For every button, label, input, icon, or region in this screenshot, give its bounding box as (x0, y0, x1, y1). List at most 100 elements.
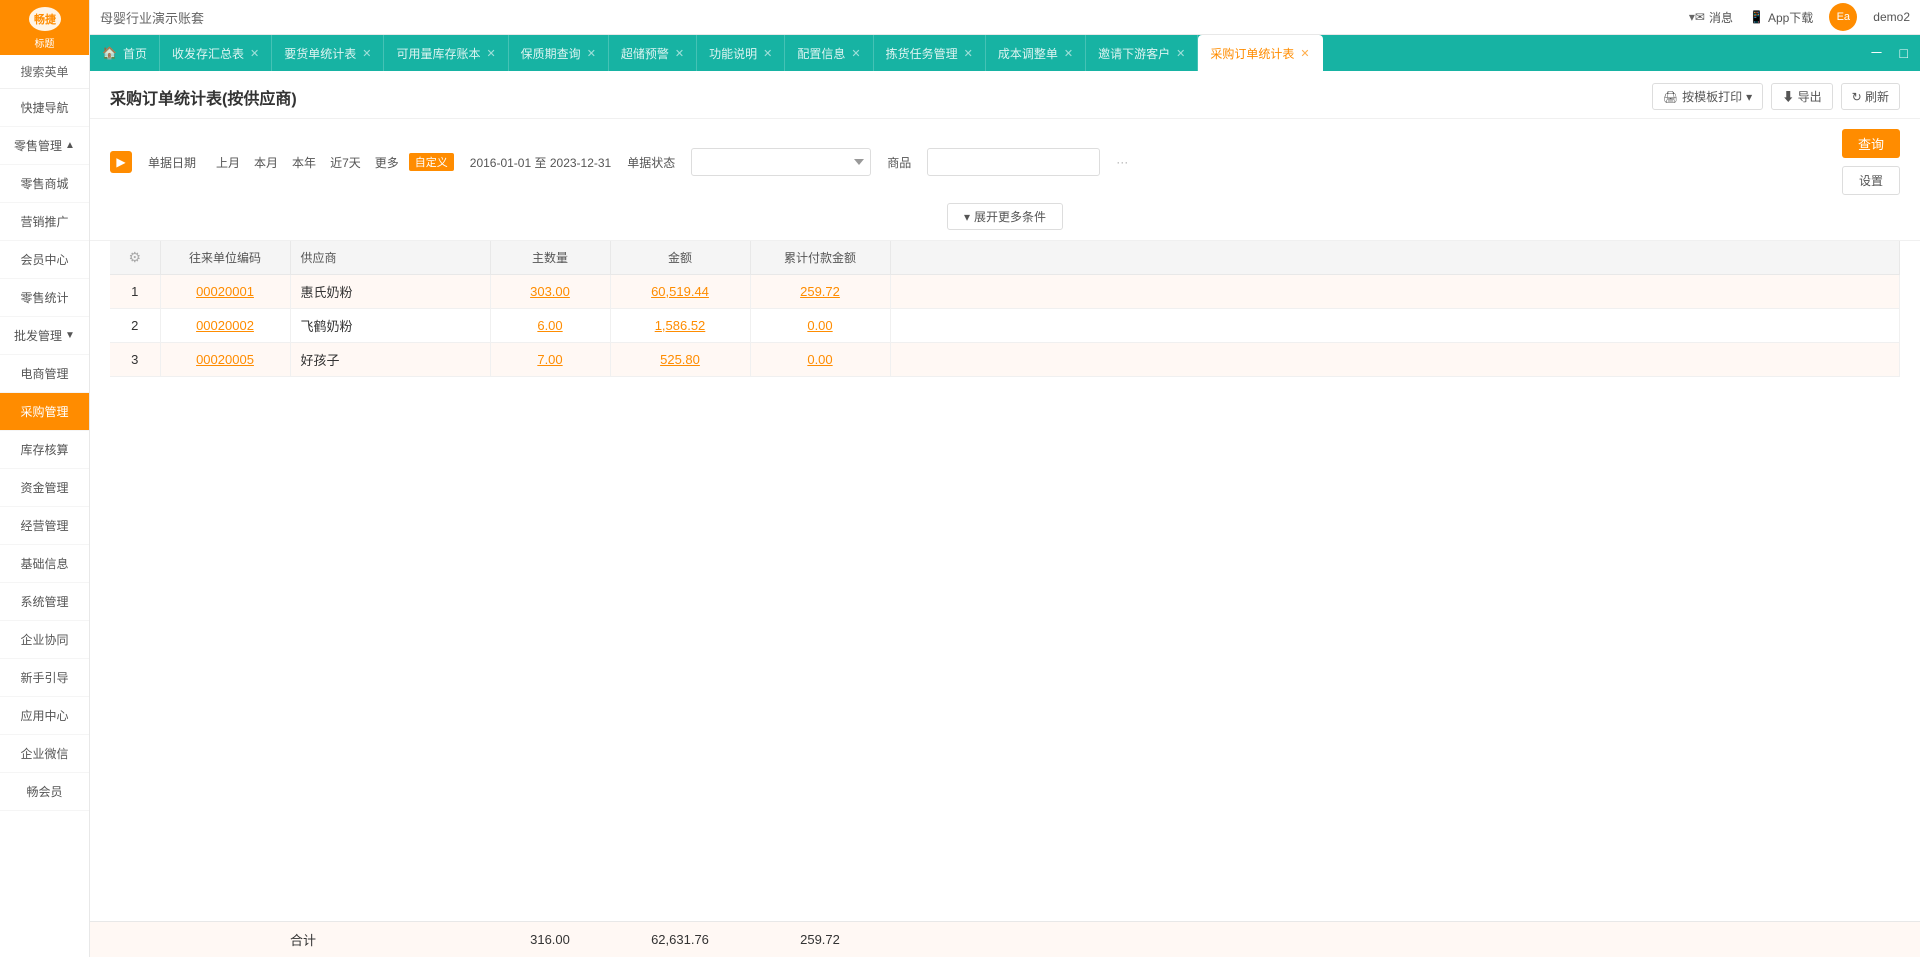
settings-button[interactable]: 设置 (1842, 166, 1900, 195)
username-label[interactable]: demo2 (1873, 10, 1910, 24)
custom-date-badge[interactable]: 自定义 (409, 153, 454, 171)
more-filter-icon[interactable]: ··· (1116, 155, 1128, 169)
paid-link[interactable]: 0.00 (807, 318, 832, 333)
cell-code: 00020002 (160, 309, 290, 343)
sidebar-item-ecommerce-mgmt[interactable]: 电商管理 (0, 355, 89, 393)
code-link[interactable]: 00020005 (196, 352, 254, 367)
page-header: 采购订单统计表(按供应商) 🖨 按模板打印 ▾ ⬇ 导出 ↻ 刷新 (90, 71, 1920, 119)
shortcut-this-year[interactable]: 本年 (288, 152, 320, 173)
tab-close-icon[interactable]: ✕ (964, 47, 973, 60)
sidebar-item-marketing[interactable]: 营销推广 (0, 203, 89, 241)
code-link[interactable]: 00020002 (196, 318, 254, 333)
sidebar-item-app-center[interactable]: 应用中心 (0, 697, 89, 735)
date-start[interactable]: 2016-01-01 (470, 156, 531, 170)
sidebar-item-operation-mgmt[interactable]: 经营管理 (0, 507, 89, 545)
avatar[interactable]: Ea (1829, 3, 1857, 31)
tab-recv-send[interactable]: 收发存汇总表 ✕ (160, 35, 272, 71)
cell-supplier: 好孩子 (290, 343, 490, 377)
refresh-button[interactable]: ↻ 刷新 (1841, 83, 1900, 110)
tab-close-icon[interactable]: ✕ (250, 47, 259, 60)
qty-link[interactable]: 7.00 (537, 352, 562, 367)
sidebar-item-enterprise-wechat[interactable]: 企业微信 (0, 735, 89, 773)
export-icon: ⬇ (1782, 90, 1794, 104)
print-dropdown-icon[interactable]: ▾ (1746, 90, 1752, 104)
sidebar-item-finance-mgmt[interactable]: 资金管理 (0, 469, 89, 507)
date-end[interactable]: 2023-12-31 (550, 156, 611, 170)
sidebar-search-item[interactable]: 搜索英单 (0, 55, 89, 89)
chevron-down-icon: ▾ (964, 210, 970, 224)
tab-order-stats[interactable]: 要货单统计表 ✕ (272, 35, 384, 71)
amount-link[interactable]: 525.80 (660, 352, 700, 367)
sidebar-item-members[interactable]: 畅会员 (0, 773, 89, 811)
sidebar-item-purchase-mgmt[interactable]: 采购管理 (0, 393, 89, 431)
sidebar-item-new-guide[interactable]: 新手引导 (0, 659, 89, 697)
message-icon: ✉ (1695, 10, 1705, 24)
tab-invite-downstream[interactable]: 邀请下游客户 ✕ (1086, 35, 1198, 71)
tab-purchase-order-stats[interactable]: 采购订单统计表 ✕ (1198, 35, 1322, 71)
qty-link[interactable]: 6.00 (537, 318, 562, 333)
tab-close-icon[interactable]: ✕ (362, 47, 371, 60)
column-settings-icon[interactable]: ⚙ (128, 249, 141, 265)
goods-input[interactable] (927, 148, 1100, 176)
message-btn[interactable]: ✉ 消息 (1695, 9, 1733, 26)
code-link[interactable]: 00020001 (196, 284, 254, 299)
sidebar-item-wholesale-mgmt[interactable]: 批发管理 ▼ (0, 317, 89, 355)
sidebar-quick-nav[interactable]: 快捷导航 (0, 89, 89, 127)
status-select[interactable] (691, 148, 871, 176)
tab-expiry-query[interactable]: 保质期查询 ✕ (509, 35, 609, 71)
tab-close-icon[interactable]: ✕ (763, 47, 772, 60)
sidebar-item-basic-info[interactable]: 基础信息 (0, 545, 89, 583)
sidebar-item-label: 系统管理 (20, 595, 68, 609)
sidebar-item-member-center[interactable]: 会员中心 (0, 241, 89, 279)
tab-minimize-icon[interactable]: － (1866, 41, 1888, 65)
tab-func-desc[interactable]: 功能说明 ✕ (697, 35, 785, 71)
tab-overstock[interactable]: 超储预警 ✕ (609, 35, 697, 71)
page-header-actions: 🖨 按模板打印 ▾ ⬇ 导出 ↻ 刷新 (1652, 83, 1900, 110)
sidebar-item-system-mgmt[interactable]: 系统管理 (0, 583, 89, 621)
shortcut-more[interactable]: 更多 (371, 152, 403, 173)
sidebar-item-inventory-check[interactable]: 库存核算 (0, 431, 89, 469)
query-button[interactable]: 查询 (1842, 129, 1900, 158)
table-row: 2 00020002 飞鹤奶粉 6.00 1,586.52 0.00 (110, 309, 1900, 343)
cell-qty: 303.00 (490, 275, 610, 309)
tab-label: 要货单统计表 (284, 45, 356, 62)
filter-toggle-button[interactable]: ▶ (110, 151, 132, 173)
tab-maximize-icon[interactable]: □ (1896, 43, 1912, 63)
tab-close-icon[interactable]: ✕ (486, 47, 495, 60)
tab-close-icon[interactable]: ✕ (675, 47, 684, 60)
tab-pick-task[interactable]: 拣货任务管理 ✕ (874, 35, 986, 71)
tab-label: 邀请下游客户 (1098, 45, 1170, 62)
amount-link[interactable]: 60,519.44 (651, 284, 709, 299)
sidebar-item-enterprise-collab[interactable]: 企业协同 (0, 621, 89, 659)
sidebar-item-label: 企业协同 (20, 633, 68, 647)
tab-home[interactable]: 🏠 首页 (90, 35, 160, 71)
qty-link[interactable]: 303.00 (530, 284, 570, 299)
export-button[interactable]: ⬇ 导出 (1771, 83, 1832, 110)
tab-close-icon[interactable]: ✕ (851, 47, 860, 60)
paid-link[interactable]: 0.00 (807, 352, 832, 367)
svg-text:畅捷: 畅捷 (34, 12, 57, 26)
main-wrapper: 母婴行业演示账套 ▾ ✉ 消息 📱 App下载 Ea demo2 🏠 首页 收发… (90, 0, 1920, 957)
shortcut-last-month[interactable]: 上月 (212, 152, 244, 173)
col-extra-header (890, 241, 1900, 275)
paid-link[interactable]: 259.72 (800, 284, 840, 299)
tab-close-icon[interactable]: ✕ (1064, 47, 1073, 60)
app-download-btn[interactable]: 📱 App下载 (1749, 9, 1813, 26)
tab-available-inv[interactable]: 可用量库存账本 ✕ (384, 35, 508, 71)
tab-config-info[interactable]: 配置信息 ✕ (785, 35, 873, 71)
sidebar-item-retail-stats[interactable]: 零售统计 (0, 279, 89, 317)
search-label[interactable]: 搜索英单 (20, 65, 68, 79)
tab-close-icon[interactable]: ✕ (587, 47, 596, 60)
tab-close-icon[interactable]: ✕ (1176, 47, 1185, 60)
sidebar-item-label: 企业微信 (20, 747, 68, 761)
tab-close-active-icon[interactable]: ✕ (1300, 47, 1309, 60)
expand-filter-button[interactable]: ▾ 展开更多条件 (947, 203, 1063, 230)
sidebar-item-retail-mall[interactable]: 零售商城 (0, 165, 89, 203)
shortcut-7days[interactable]: 近7天 (326, 152, 365, 173)
logo-text: 标题 (35, 35, 55, 50)
tab-cost-adjust[interactable]: 成本调整单 ✕ (986, 35, 1086, 71)
shortcut-this-month[interactable]: 本月 (250, 152, 282, 173)
amount-link[interactable]: 1,586.52 (655, 318, 706, 333)
print-button[interactable]: 🖨 按模板打印 ▾ (1652, 83, 1763, 110)
sidebar-item-retail-mgmt[interactable]: 零售管理 ▲ (0, 127, 89, 165)
